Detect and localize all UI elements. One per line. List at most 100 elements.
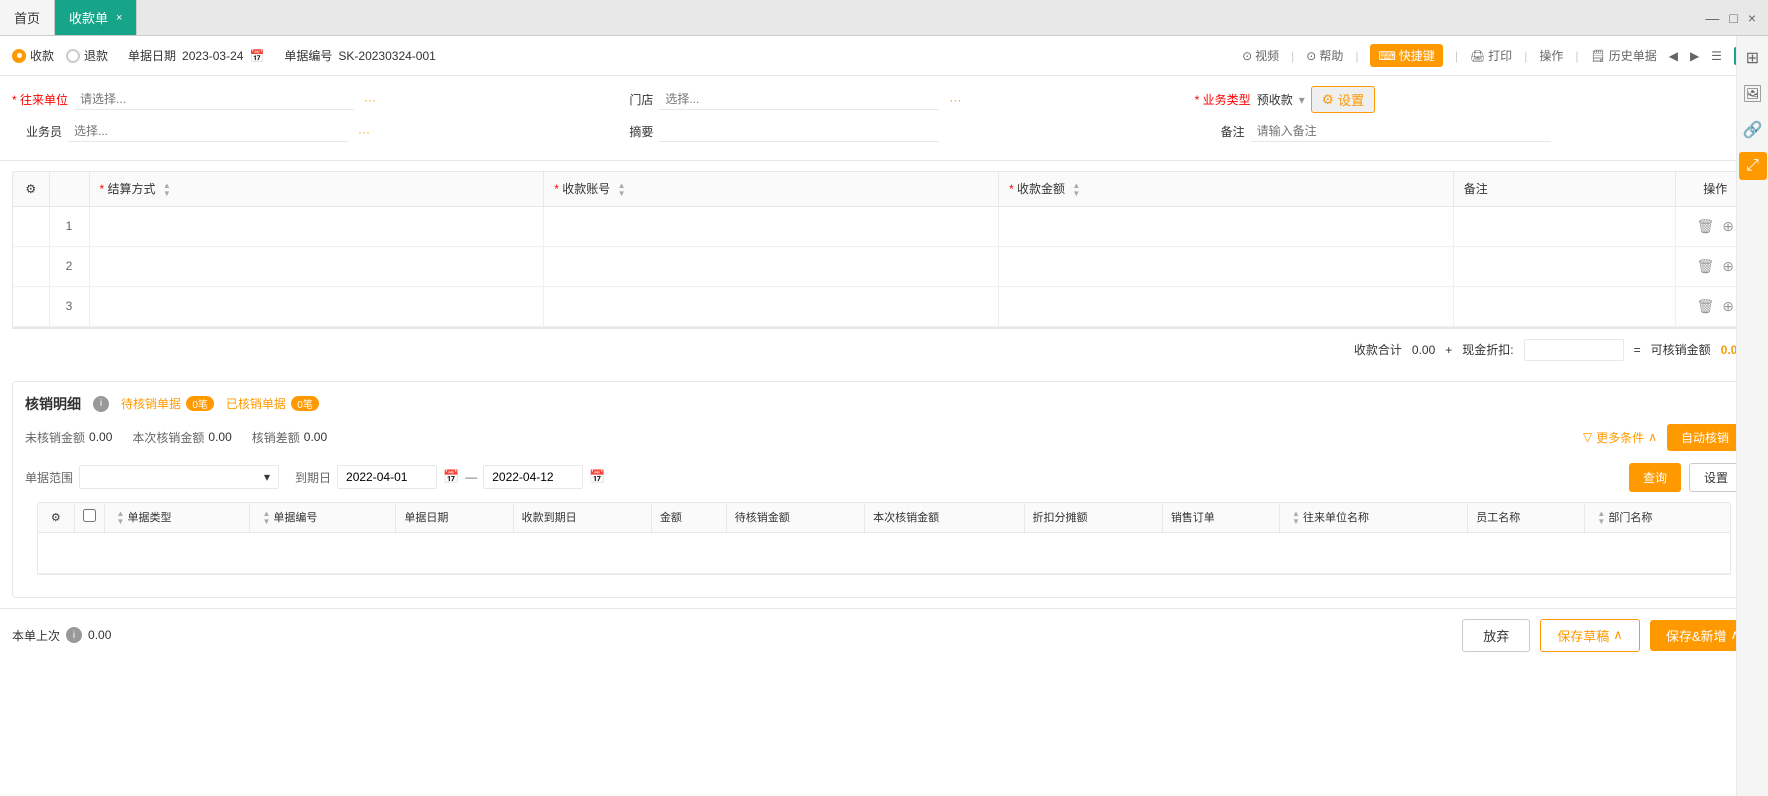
sort-type[interactable]: ▲▼: [117, 510, 125, 526]
bth-sales-order: 销售订单: [1162, 503, 1279, 533]
close-btn[interactable]: ×: [1748, 10, 1756, 26]
print-link[interactable]: 🖨 打印: [1470, 47, 1512, 64]
maximize-btn[interactable]: □: [1729, 10, 1737, 26]
td-account-3[interactable]: [544, 286, 999, 326]
th-gear[interactable]: ⚙: [13, 172, 49, 206]
radio-group: 收款 退款: [12, 47, 108, 64]
minimize-btn[interactable]: —: [1705, 10, 1719, 26]
td-account-1[interactable]: [544, 206, 999, 246]
td-amount-2[interactable]: [998, 246, 1453, 286]
sidebar-link-icon[interactable]: 🔗: [1739, 116, 1767, 144]
sort-from-unit[interactable]: ▲▼: [1292, 510, 1300, 526]
help-link[interactable]: ⊙ 帮助: [1306, 47, 1343, 64]
bottom-empty-row: [38, 532, 1730, 573]
nav-next[interactable]: ▶: [1690, 49, 1699, 63]
sort-account[interactable]: ▲▼: [618, 182, 626, 198]
salesperson-input[interactable]: [68, 121, 348, 142]
salesperson-dots[interactable]: ···: [358, 125, 370, 139]
copy-row-3-btn[interactable]: ⊕: [1722, 298, 1734, 315]
td-amount-1[interactable]: [998, 206, 1453, 246]
radio-receive-label: 收款: [30, 47, 54, 64]
copy-row-1-btn[interactable]: ⊕: [1722, 218, 1734, 235]
date-from-input[interactable]: [337, 465, 437, 489]
sidebar-resize-icon[interactable]: ⤢: [1739, 152, 1767, 180]
filter-range-select[interactable]: ▾: [79, 465, 279, 489]
settings-button[interactable]: ⚙ 设置: [1311, 86, 1376, 113]
auto-verify-btn[interactable]: 自动核销: [1667, 424, 1743, 451]
shop-field: 门店 ···: [603, 89, 1164, 110]
calendar-icon[interactable]: 📅: [249, 49, 264, 63]
more-conditions-btn[interactable]: ▽ 更多条件 ∧: [1583, 429, 1657, 446]
delete-row-3-btn[interactable]: 🗑: [1696, 298, 1714, 315]
delete-row-2-btn[interactable]: 🗑: [1696, 258, 1714, 275]
bth-checkbox[interactable]: [74, 503, 104, 533]
right-sidebar: ⊞ 🖼 🔗 ⤢: [1736, 36, 1768, 796]
calendar-from-icon[interactable]: 📅: [443, 469, 459, 485]
td-remark-1[interactable]: [1453, 206, 1675, 246]
history-link[interactable]: 🗒 历史单据: [1590, 47, 1656, 64]
sort-number[interactable]: ▲▼: [262, 510, 270, 526]
date-to-input[interactable]: [483, 465, 583, 489]
td-remark-2[interactable]: [1453, 246, 1675, 286]
delete-row-1-btn[interactable]: 🗑: [1696, 218, 1714, 235]
save-draft-btn[interactable]: 保存草稿 ∧: [1540, 619, 1640, 652]
table-section: ⚙ * 结算方式 ▲▼ * 收款账号 ▲▼ *: [0, 161, 1768, 371]
shop-dots[interactable]: ···: [949, 93, 961, 107]
from-unit-input[interactable]: [74, 89, 354, 110]
verify-info-icon[interactable]: i: [93, 396, 109, 412]
bottom-table-header: ⚙ ▲▼ 单据类型 ▲▼ 单据编号 单据日期 收款到期日 金额: [38, 503, 1730, 533]
bth-gear[interactable]: ⚙: [38, 503, 74, 533]
nav-prev[interactable]: ◀: [1669, 49, 1678, 63]
sidebar-image-icon[interactable]: 🖼: [1739, 80, 1767, 108]
sidebar-table-icon[interactable]: ⊞: [1739, 44, 1767, 72]
select-all-checkbox[interactable]: [83, 509, 96, 522]
number-field: 单据编号 SK-20230324-001: [284, 47, 435, 64]
remark-input[interactable]: [1251, 121, 1551, 142]
done-tab[interactable]: 已核销单据 0笔: [226, 395, 319, 412]
biz-type-chevron[interactable]: ▾: [1299, 93, 1305, 107]
video-link[interactable]: ⊙ 视频: [1242, 47, 1279, 64]
tab-home[interactable]: 首页: [0, 0, 55, 35]
save-draft-label: 保存草稿: [1557, 626, 1609, 645]
calendar-to-icon[interactable]: 📅: [589, 469, 605, 485]
td-account-2[interactable]: [544, 246, 999, 286]
shortcut-link[interactable]: ⌨ 快捷键: [1370, 44, 1442, 67]
discount-input[interactable]: [1524, 339, 1624, 361]
radio-receive[interactable]: 收款: [12, 47, 54, 64]
operate-link[interactable]: 操作: [1539, 47, 1563, 64]
from-unit-dots[interactable]: ···: [364, 93, 376, 107]
footer-info-icon[interactable]: i: [66, 627, 82, 643]
shop-input[interactable]: [659, 89, 939, 110]
td-settlement-2[interactable]: [89, 246, 544, 286]
history-icon: 🗒: [1590, 49, 1605, 63]
pending-tab[interactable]: 待核销单据 0笔: [121, 395, 214, 412]
copy-row-2-btn[interactable]: ⊕: [1722, 258, 1734, 275]
view-list-icon[interactable]: ☰: [1711, 49, 1722, 63]
memo-input[interactable]: [659, 121, 939, 142]
radio-refund[interactable]: 退款: [66, 47, 108, 64]
memo-label: 摘要: [603, 123, 653, 140]
radio-receive-dot: [12, 49, 26, 63]
bth-dept: ▲▼ 部门名称: [1585, 503, 1730, 533]
sort-amount[interactable]: ▲▼: [1072, 182, 1080, 198]
td-gear-2: [13, 246, 49, 286]
abandon-btn[interactable]: 放弃: [1462, 619, 1530, 652]
tab-close-icon[interactable]: ×: [116, 12, 122, 24]
per-bill-value: 0.00: [88, 628, 111, 642]
divider4: |: [1524, 49, 1527, 63]
sort-dept[interactable]: ▲▼: [1597, 510, 1605, 526]
td-settlement-3[interactable]: [89, 286, 544, 326]
settings-btn2[interactable]: 设置: [1689, 463, 1743, 492]
bth-this-verify: 本次核销金额: [865, 503, 1024, 533]
query-btn[interactable]: 查询: [1629, 463, 1681, 492]
td-settlement-1[interactable]: [89, 206, 544, 246]
sort-settlement[interactable]: ▲▼: [163, 182, 171, 198]
td-amount-3[interactable]: [998, 286, 1453, 326]
th-amount-label: 收款金额: [1017, 182, 1065, 196]
td-remark-3[interactable]: [1453, 286, 1675, 326]
equals-sign: =: [1634, 343, 1641, 357]
tab-current[interactable]: 收款单 ×: [55, 0, 137, 35]
help-label: 帮助: [1319, 47, 1343, 64]
bth-type: ▲▼ 单据类型: [104, 503, 250, 533]
header-actions: ⊙ 视频 | ⊙ 帮助 | ⌨ 快捷键 | 🖨 打印 | 操作 |: [1242, 44, 1756, 67]
